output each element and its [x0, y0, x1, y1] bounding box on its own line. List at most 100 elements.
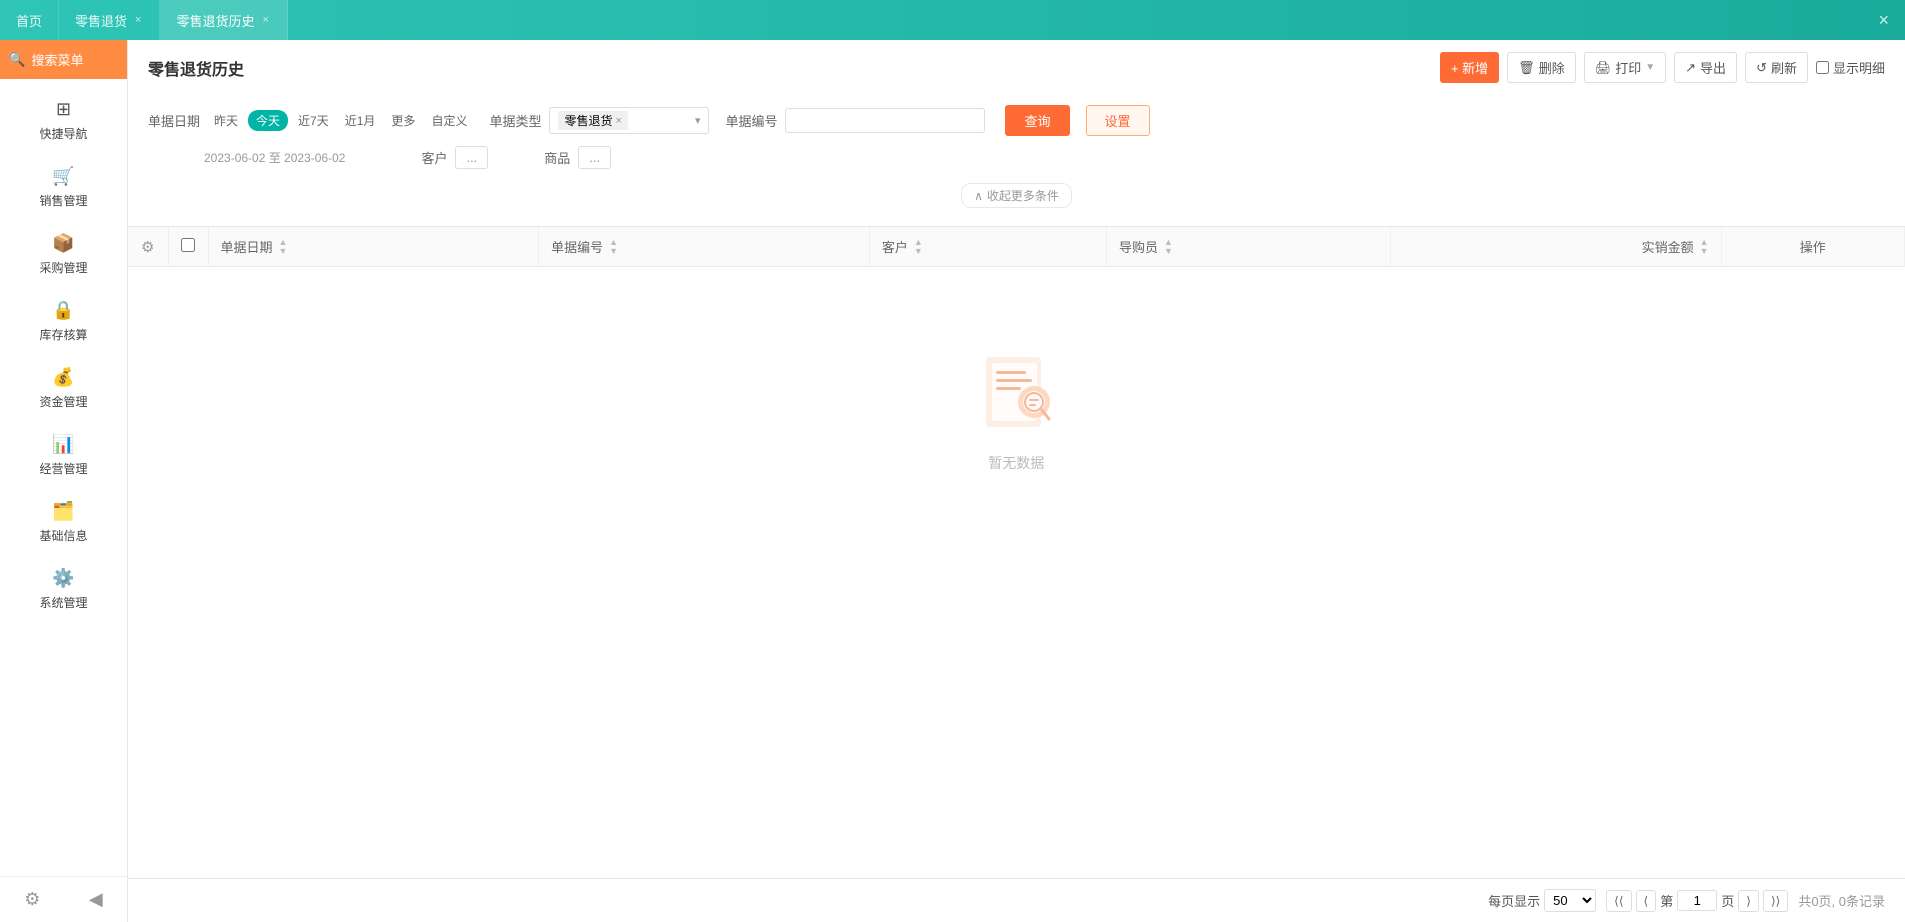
settings-query-button[interactable]: 设置 — [1086, 105, 1150, 136]
date-filter-label: 单据日期 — [148, 111, 200, 130]
delete-button[interactable]: 🗑 删除 — [1507, 52, 1576, 83]
collapse-sidebar-icon[interactable]: ◀ — [89, 889, 103, 910]
new-button-label: + 新增 — [1451, 58, 1488, 77]
sidebar-item-purchase-mgmt[interactable]: 📦 采购管理 — [0, 221, 127, 288]
last-page-button[interactable]: ⟩⟩ — [1763, 890, 1788, 912]
page-nav: ⟨⟨ ⟨ 第 页 ⟩ ⟩⟩ — [1606, 890, 1788, 912]
tab-home[interactable]: 首页 — [0, 0, 59, 40]
top-bar: 首页 零售退货 × 零售退货历史 × × — [0, 0, 1905, 40]
page-chapter-label: 第 — [1660, 891, 1673, 910]
date-opt-1month[interactable]: 近1月 — [339, 110, 382, 131]
tab-list: 首页 零售退货 × 零售退货历史 × — [0, 0, 1862, 40]
th-customer-sort[interactable]: ▲▼ — [914, 238, 923, 256]
settings-bottom-icon[interactable]: ⚙ — [24, 889, 40, 910]
th-date: 单据日期 ▲▼ — [208, 227, 539, 267]
collapse-button[interactable]: ∧ 收起更多条件 — [961, 183, 1072, 208]
date-opt-7days[interactable]: 近7天 — [292, 110, 335, 131]
select-all-checkbox[interactable] — [181, 238, 195, 252]
sidebar-item-basic-info[interactable]: 🗂️ 基础信息 — [0, 489, 127, 556]
sidebar-item-sales-mgmt[interactable]: 🛒 销售管理 — [0, 154, 127, 221]
query-button-label: 查询 — [1024, 111, 1050, 130]
date-opt-yesterday[interactable]: 昨天 — [208, 110, 244, 131]
customer-filter: 客户 ... — [421, 146, 488, 169]
sidebar-search-label: 搜索菜单 — [31, 50, 83, 69]
delete-icon: 🗑 — [1518, 60, 1535, 76]
page-size-dropdown[interactable]: 10 20 50 100 — [1544, 889, 1596, 912]
date-opt-custom[interactable]: 自定义 — [425, 110, 473, 131]
refresh-button[interactable]: ↺ 刷新 — [1745, 52, 1808, 83]
sidebar-item-finance-mgmt[interactable]: 💰 资金管理 — [0, 355, 127, 422]
sidebar-item-quick-nav[interactable]: ⊞ 快捷导航 — [0, 87, 127, 154]
purchase-icon: 📦 — [52, 233, 74, 254]
date-opt-more[interactable]: 更多 — [385, 110, 421, 131]
page-title-row: 零售退货历史 + 新增 🗑 删除 🖨 打印 ▼ ↗ — [148, 52, 1885, 83]
sidebar-items: ⊞ 快捷导航 🛒 销售管理 📦 采购管理 🔒 库存核算 💰 资金管理 📊 — [0, 79, 127, 876]
sidebar-item-quick-nav-label: 快捷导航 — [39, 125, 87, 142]
tab-retail-return[interactable]: 零售退货 × — [59, 0, 160, 40]
sidebar-item-finance-label: 资金管理 — [39, 393, 87, 410]
th-actions: 操作 — [1721, 227, 1905, 267]
th-actions-label: 操作 — [1800, 240, 1826, 255]
sidebar-item-system-mgmt[interactable]: ⚙️ 系统管理 — [0, 556, 127, 623]
sidebar-item-purchase-label: 采购管理 — [39, 259, 87, 276]
type-filter-label: 单据类型 — [489, 111, 541, 130]
goods-filter-input[interactable]: ... — [578, 146, 611, 169]
print-button[interactable]: 🖨 打印 ▼ — [1584, 52, 1666, 83]
th-customer-label: 客户 — [882, 237, 908, 256]
pagination-bar: 每页显示 10 20 50 100 ⟨⟨ ⟨ 第 页 ⟩ ⟩⟩ 共0页, 0条记… — [128, 878, 1905, 922]
number-filter-label: 单据编号 — [725, 111, 777, 130]
tab-retail-return-history[interactable]: 零售退货历史 × — [160, 0, 287, 40]
th-amount-sort[interactable]: ▲▼ — [1700, 238, 1709, 256]
sidebar-search[interactable]: 🔍 搜索菜单 — [0, 40, 127, 79]
type-filter-tag-close[interactable]: × — [615, 115, 621, 127]
sidebar-item-system-label: 系统管理 — [39, 594, 87, 611]
date-filter: 单据日期 昨天 今天 近7天 近1月 更多 自定义 — [148, 110, 473, 131]
window-close-button[interactable]: × — [1862, 10, 1905, 31]
table-header: ⚙ 单据日期 ▲▼ 单据编号 — [128, 227, 1905, 267]
sidebar-item-basic-info-label: 基础信息 — [39, 527, 87, 544]
column-settings-icon[interactable]: ⚙ — [141, 239, 154, 256]
th-date-sort[interactable]: ▲▼ — [279, 238, 288, 256]
type-filter: 单据类型 零售退货 × ▾ — [489, 107, 709, 134]
th-amount: 实销金额 ▲▼ — [1390, 227, 1721, 267]
tab-retail-return-close[interactable]: × — [133, 12, 143, 28]
sidebar: 🔍 搜索菜单 ⊞ 快捷导航 🛒 销售管理 📦 采购管理 🔒 库存核算 💰 — [0, 40, 128, 922]
collapse-up-icon: ∧ — [974, 189, 983, 203]
th-checkbox — [168, 227, 208, 267]
tab-home-label: 首页 — [16, 11, 42, 30]
th-guide-label: 导购员 — [1119, 237, 1158, 256]
customer-filter-input[interactable]: ... — [455, 146, 488, 169]
settings-query-label: 设置 — [1105, 111, 1131, 130]
next-page-button[interactable]: ⟩ — [1738, 890, 1759, 912]
sidebar-item-inventory[interactable]: 🔒 库存核算 — [0, 288, 127, 355]
tab-retail-return-label: 零售退货 — [75, 11, 127, 30]
new-button[interactable]: + 新增 — [1440, 52, 1499, 83]
page-number-input[interactable] — [1677, 890, 1717, 911]
goods-filter: 商品 ... — [544, 146, 611, 169]
sidebar-item-sales-label: 销售管理 — [39, 192, 87, 209]
prev-page-button[interactable]: ⟨ — [1636, 890, 1657, 912]
sidebar-item-operation-mgmt[interactable]: 📊 经营管理 — [0, 422, 127, 489]
export-icon: ↗ — [1685, 60, 1696, 76]
finance-icon: 💰 — [52, 367, 74, 388]
tab-retail-return-history-close[interactable]: × — [260, 12, 270, 28]
show-detail-label[interactable]: 显示明细 — [1816, 58, 1885, 77]
export-button[interactable]: ↗ 导出 — [1674, 52, 1737, 83]
th-number-sort[interactable]: ▲▼ — [609, 238, 618, 256]
type-filter-select[interactable]: 零售退货 × ▾ — [549, 107, 709, 134]
tab-retail-return-history-label: 零售退货历史 — [176, 11, 254, 30]
quick-nav-icon: ⊞ — [56, 99, 71, 120]
page-title: 零售退货历史 — [148, 56, 244, 80]
query-button[interactable]: 查询 — [1005, 105, 1069, 136]
th-number: 单据编号 ▲▼ — [539, 227, 870, 267]
show-detail-checkbox[interactable] — [1816, 61, 1829, 74]
th-guide-sort[interactable]: ▲▼ — [1164, 238, 1173, 256]
collapse-row: ∧ 收起更多条件 — [148, 179, 1885, 216]
refresh-button-label: 刷新 — [1771, 58, 1797, 77]
number-filter-input[interactable] — [785, 108, 985, 133]
page-header: 零售退货历史 + 新增 🗑 删除 🖨 打印 ▼ ↗ — [128, 40, 1905, 227]
date-opt-today[interactable]: 今天 — [248, 110, 288, 131]
first-page-button[interactable]: ⟨⟨ — [1606, 890, 1631, 912]
filter-row-1: 单据日期 昨天 今天 近7天 近1月 更多 自定义 单据类型 — [148, 105, 1885, 136]
table-area: ⚙ 单据日期 ▲▼ 单据编号 — [128, 227, 1905, 878]
